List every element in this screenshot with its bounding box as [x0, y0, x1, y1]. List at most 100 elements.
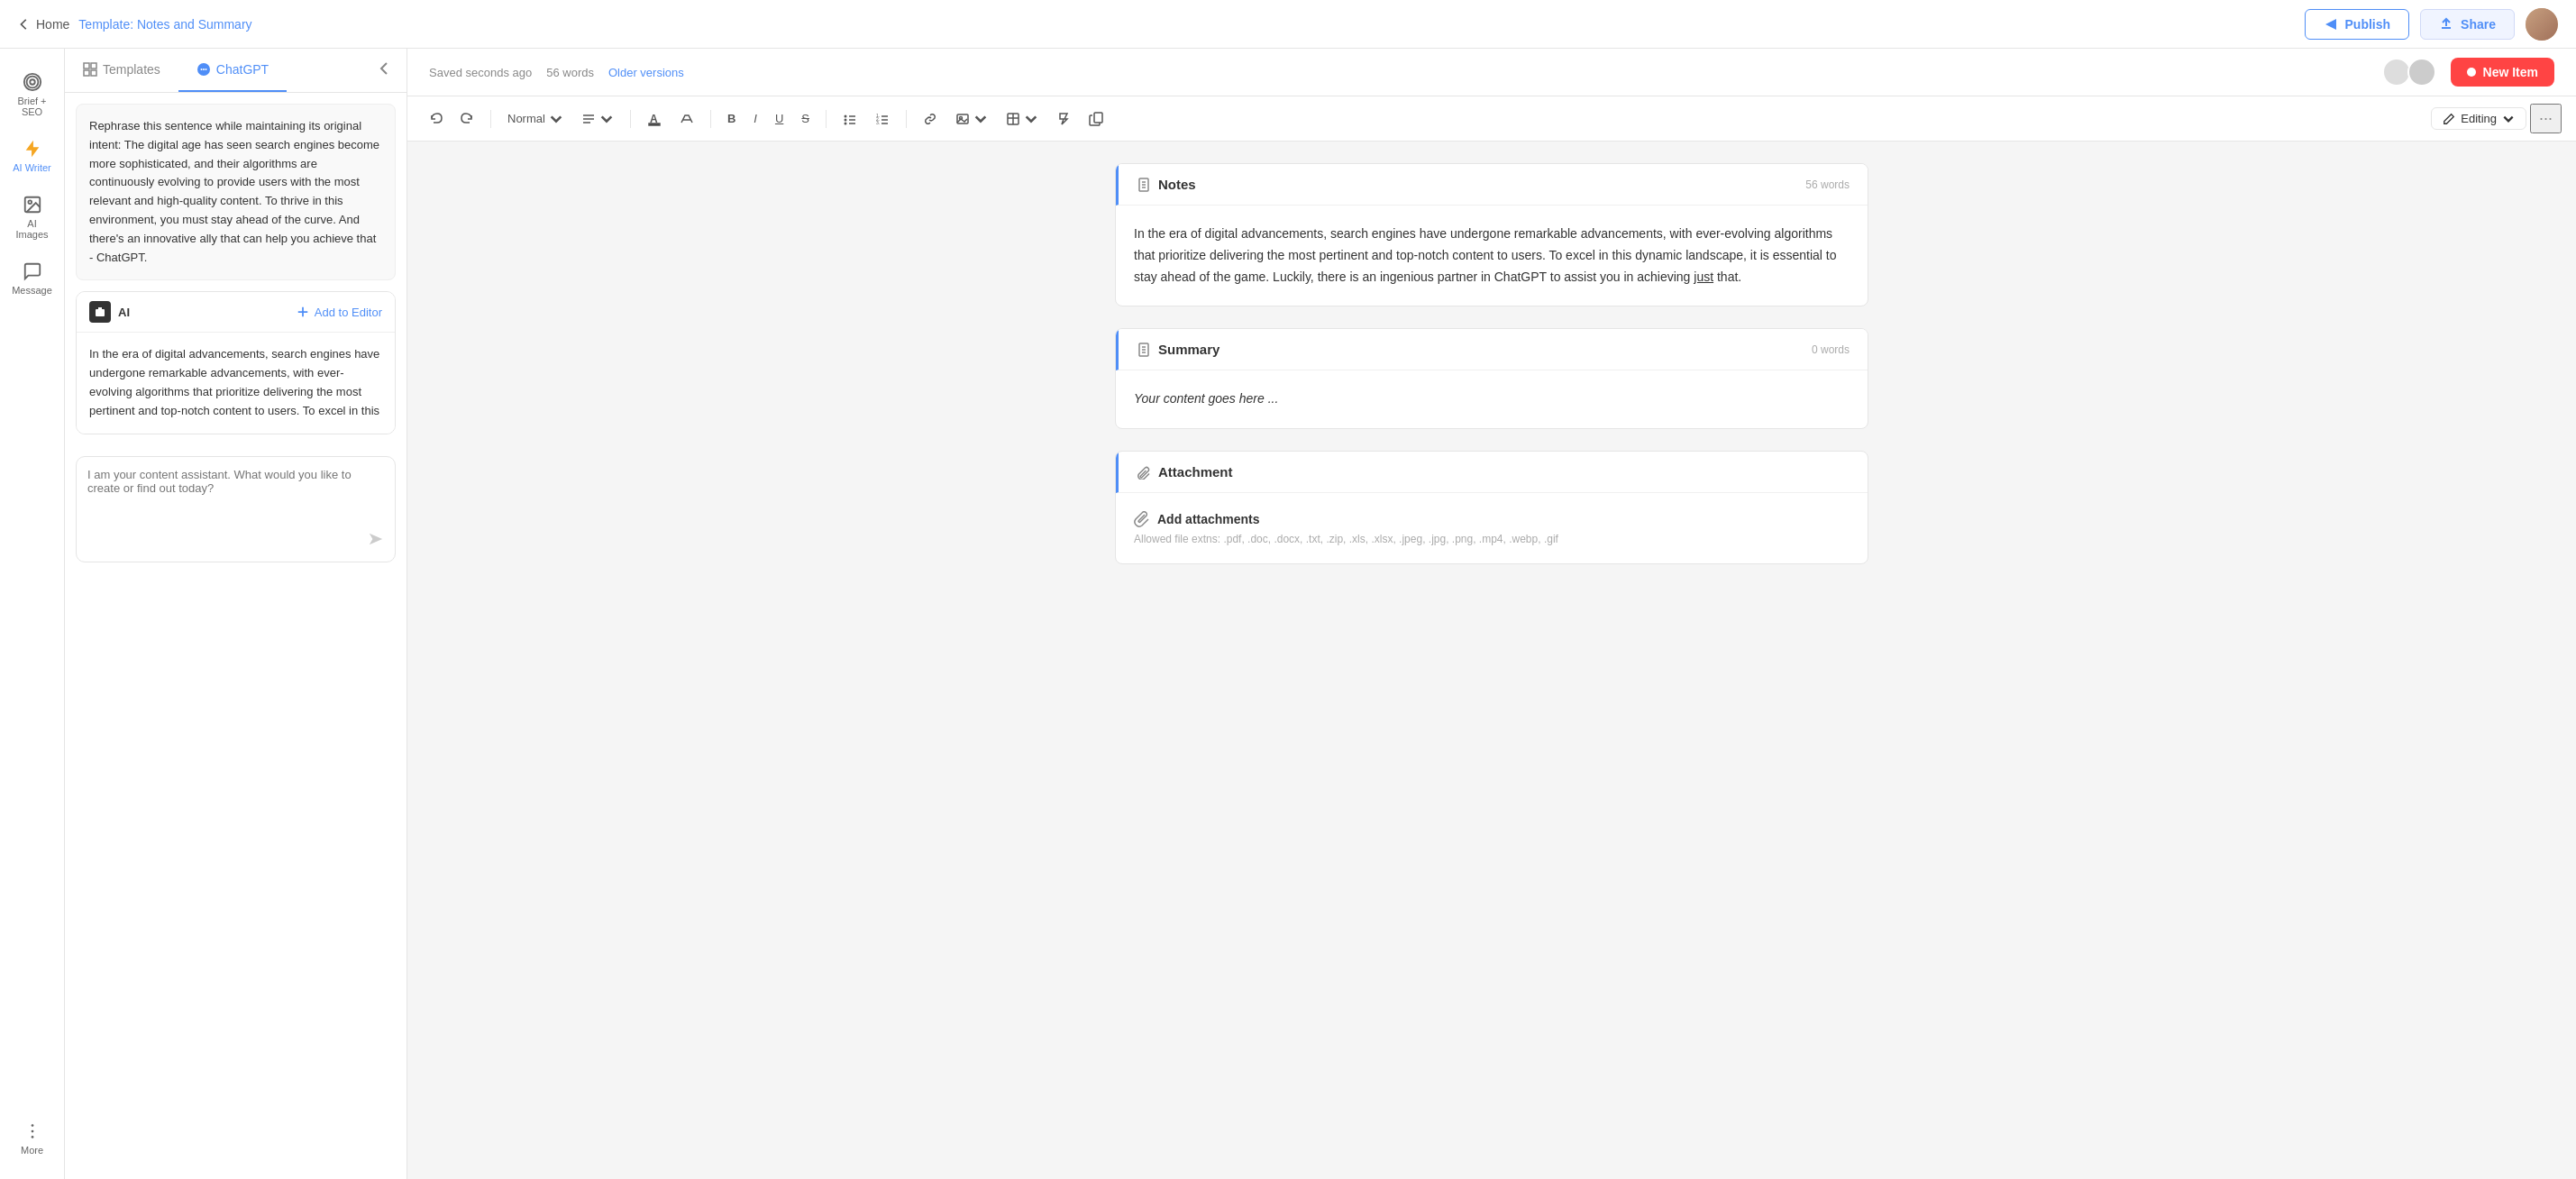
- svg-point-27: [844, 114, 846, 117]
- saved-text: Saved seconds ago: [429, 66, 532, 79]
- add-icon: [297, 306, 309, 318]
- ai-response-header: AI Add to Editor: [77, 292, 395, 333]
- user-icons: [2382, 58, 2436, 87]
- table-button[interactable]: [999, 108, 1046, 130]
- sidebar-message-label: Message: [12, 285, 52, 296]
- topbar-right: Publish Share: [2305, 8, 2558, 41]
- publish-button[interactable]: Publish: [2305, 9, 2410, 40]
- copy-button[interactable]: [1082, 108, 1110, 130]
- ai-icon: [89, 301, 111, 323]
- panel-collapse-button[interactable]: [363, 49, 406, 92]
- summary-icon: [1137, 343, 1151, 357]
- share-icon: [2439, 17, 2453, 32]
- attachment-body: Add attachments Allowed file extns: .pdf…: [1116, 493, 1868, 563]
- notes-section-body[interactable]: In the era of digital advancements, sear…: [1116, 206, 1868, 306]
- summary-section-title: Summary: [1137, 342, 1219, 357]
- link-button[interactable]: [916, 108, 945, 130]
- new-item-label: New Item: [2483, 65, 2538, 79]
- chevron-down-editing-icon: [2502, 113, 2515, 125]
- toolbar-more-button[interactable]: ···: [2530, 104, 2562, 133]
- sidebar-item-message[interactable]: Message: [5, 252, 59, 305]
- target-icon: [23, 72, 42, 92]
- notes-content: In the era of digital advancements, sear…: [1134, 224, 1850, 288]
- topbar-left: Home Template: Notes and Summary: [18, 17, 252, 32]
- sidebar-ai-images-label: AI Images: [13, 218, 52, 240]
- lightning-icon: [23, 139, 42, 159]
- sidebar-more-label: More: [21, 1145, 43, 1156]
- breadcrumb: Template: Notes and Summary: [78, 17, 251, 32]
- chat-input-area: [76, 456, 396, 562]
- text-style-label: Normal: [507, 112, 545, 125]
- toolbar-sep-4: [826, 110, 827, 128]
- summary-word-count: 0 words: [1812, 343, 1850, 356]
- sidebar-item-more[interactable]: More: [5, 1112, 59, 1165]
- bullet-list-button[interactable]: [836, 108, 864, 130]
- ai-label: AI: [89, 301, 130, 323]
- redo-button[interactable]: [452, 108, 481, 130]
- chat-input[interactable]: [87, 468, 384, 531]
- underline-button[interactable]: U: [768, 108, 790, 129]
- clear-format-button[interactable]: [1049, 108, 1078, 130]
- clear-format-icon: [1056, 112, 1071, 126]
- avatar[interactable]: [2526, 8, 2558, 41]
- ordered-list-button[interactable]: 1. 2. 3.: [868, 108, 897, 130]
- main-layout: Brief + SEO AI Writer AI Images Message …: [0, 0, 2576, 1179]
- image-insert-button[interactable]: [948, 108, 995, 130]
- italic-button[interactable]: I: [746, 108, 764, 129]
- svg-rect-18: [96, 309, 105, 316]
- svg-text:3.: 3.: [876, 120, 880, 125]
- home-label: Home: [36, 17, 69, 32]
- new-item-button[interactable]: New Item: [2451, 58, 2554, 87]
- highlight-icon: [680, 112, 694, 126]
- home-link[interactable]: Home: [18, 17, 69, 32]
- editing-label: Editing: [2461, 112, 2497, 125]
- rephrase-text: Rephrase this sentence while maintaining…: [89, 119, 379, 264]
- share-button[interactable]: Share: [2420, 9, 2515, 40]
- word-count: 56 words: [546, 66, 594, 79]
- text-style-button[interactable]: Normal: [500, 108, 571, 130]
- tab-templates[interactable]: Templates: [65, 49, 178, 92]
- svg-marker-0: [2325, 19, 2336, 30]
- svg-point-15: [200, 69, 202, 70]
- summary-section-header: Summary 0 words: [1116, 329, 1868, 370]
- robot-icon: [94, 306, 106, 318]
- text-color-button[interactable]: A: [640, 108, 669, 130]
- sidebar-item-brief-seo[interactable]: Brief + SEO: [5, 63, 59, 126]
- toolbar-sep-1: [490, 110, 491, 128]
- ai-text-label: AI: [118, 306, 130, 319]
- panel-content: Rephrase this sentence while maintaining…: [65, 93, 406, 1179]
- attachment-header: Attachment: [1116, 452, 1868, 493]
- svg-point-21: [101, 312, 103, 314]
- svg-rect-12: [84, 70, 89, 76]
- strikethrough-button[interactable]: S: [794, 108, 817, 129]
- toolbar-sep-5: [906, 110, 907, 128]
- older-versions-link[interactable]: Older versions: [608, 66, 684, 79]
- tab-chatgpt[interactable]: ChatGPT: [178, 49, 287, 92]
- paperclip-icon: [1134, 511, 1150, 527]
- svg-point-7: [31, 1124, 33, 1127]
- svg-rect-26: [649, 123, 660, 125]
- tab-chatgpt-label: ChatGPT: [216, 62, 269, 77]
- breadcrumb-prefix: Template:: [78, 17, 137, 32]
- editing-mode-button[interactable]: Editing: [2431, 107, 2526, 130]
- align-button[interactable]: [574, 108, 621, 130]
- ai-response: AI Add to Editor In the era of digital a…: [76, 291, 396, 434]
- copy-icon: [1089, 112, 1103, 126]
- bold-button[interactable]: B: [720, 108, 743, 129]
- add-attachments-button[interactable]: Add attachments: [1134, 511, 1850, 527]
- sidebar-item-ai-writer[interactable]: AI Writer: [5, 130, 59, 182]
- sidebar-item-ai-images[interactable]: AI Images: [5, 186, 59, 249]
- align-icon: [581, 112, 596, 126]
- link-icon: [923, 112, 937, 126]
- svg-rect-44: [1094, 113, 1102, 123]
- summary-section-body[interactable]: Your content goes here ...: [1116, 370, 1868, 428]
- saved-bar: Saved seconds ago 56 words Older version…: [407, 49, 2576, 96]
- add-to-editor-button[interactable]: Add to Editor: [297, 306, 382, 319]
- sidebar-brief-seo-label: Brief + SEO: [13, 96, 52, 117]
- sidebar: Brief + SEO AI Writer AI Images Message …: [0, 49, 65, 1179]
- highlight-button[interactable]: [672, 108, 701, 130]
- chevron-down-align-icon: [599, 112, 614, 126]
- chat-send-button[interactable]: [368, 531, 384, 551]
- chevron-down-table-icon: [1024, 112, 1038, 126]
- undo-button[interactable]: [422, 108, 451, 130]
